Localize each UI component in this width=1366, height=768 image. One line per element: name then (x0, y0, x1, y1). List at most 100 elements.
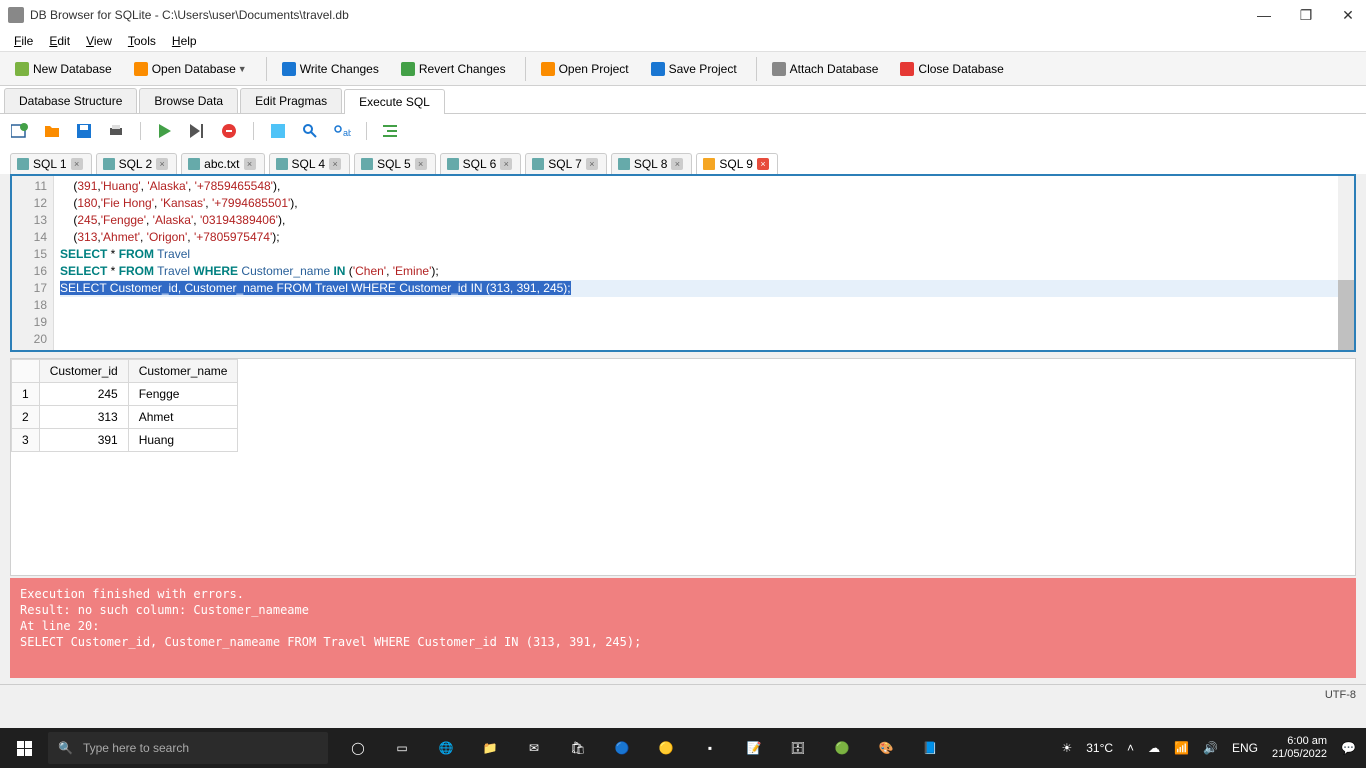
sql-tab-8[interactable]: SQL 9× (696, 153, 778, 174)
app-edge[interactable]: 🌐 (426, 728, 466, 768)
error-output: Execution finished with errors. Result: … (10, 578, 1356, 678)
sql-file-tabs: SQL 1×SQL 2×abc.txt×SQL 4×SQL 5×SQL 6×SQ… (0, 148, 1366, 174)
menu-help[interactable]: Help (164, 32, 205, 50)
app-terminal[interactable]: ▪ (690, 728, 730, 768)
tray-chevron-icon[interactable]: ˄ (1127, 741, 1134, 755)
new-tab-icon[interactable] (10, 121, 30, 141)
app-browser[interactable]: 🔵 (602, 728, 642, 768)
tab-close-icon[interactable]: × (500, 158, 512, 170)
main-toolbar: New Database Open Database▼ Write Change… (0, 52, 1366, 86)
column-header[interactable]: Customer_id (39, 360, 128, 383)
tray-language[interactable]: ENG (1232, 741, 1258, 755)
save-sql-icon[interactable] (74, 121, 94, 141)
line-gutter: 11121314151617181920 (12, 176, 54, 350)
tab-close-icon[interactable]: × (156, 158, 168, 170)
open-sql-icon[interactable] (42, 121, 62, 141)
indent-icon[interactable] (381, 121, 401, 141)
save-project-button[interactable]: Save Project (642, 57, 746, 81)
tray-volume-icon[interactable]: 🔊 (1203, 741, 1218, 755)
tab-browse-data[interactable]: Browse Data (139, 88, 238, 113)
editor-scrollbar[interactable] (1338, 176, 1354, 350)
search-icon: 🔍 (58, 741, 73, 755)
menu-file[interactable]: File (6, 32, 41, 50)
close-database-button[interactable]: Close Database (891, 57, 1012, 81)
app-chrome[interactable]: 🟡 (646, 728, 686, 768)
save-results-icon[interactable] (268, 121, 288, 141)
menu-view[interactable]: View (78, 32, 120, 50)
app-notepad[interactable]: 📝 (734, 728, 774, 768)
sql-editor[interactable]: 11121314151617181920 (391,'Huang', 'Alas… (10, 174, 1356, 352)
execute-icon[interactable] (155, 121, 175, 141)
windows-taskbar: 🔍 Type here to search ◯ ▭ 🌐 📁 ✉ 🛍 🔵 🟡 ▪ … (0, 728, 1366, 768)
code-area[interactable]: (391,'Huang', 'Alaska', '+7859465548'), … (54, 176, 1354, 350)
open-project-button[interactable]: Open Project (532, 57, 638, 81)
open-database-button[interactable]: Open Database▼ (125, 57, 256, 81)
app-taskview[interactable]: ▭ (382, 728, 422, 768)
new-database-button[interactable]: New Database (6, 57, 121, 81)
tab-close-icon[interactable]: × (586, 158, 598, 170)
write-changes-button[interactable]: Write Changes (273, 57, 388, 81)
sql-tab-2[interactable]: abc.txt× (181, 153, 264, 174)
taskbar-clock[interactable]: 6:00 am 21/05/2022 (1272, 735, 1327, 761)
find-icon[interactable] (300, 121, 320, 141)
taskbar-apps: ◯ ▭ 🌐 📁 ✉ 🛍 🔵 🟡 ▪ 📝 🗄 🟢 🎨 📘 (338, 728, 950, 768)
taskbar-search[interactable]: 🔍 Type here to search (48, 732, 328, 764)
weather-temp[interactable]: 31°C (1086, 741, 1113, 755)
sql-tab-4[interactable]: SQL 5× (354, 153, 436, 174)
sql-tab-1[interactable]: SQL 2× (96, 153, 178, 174)
tab-close-icon[interactable]: × (757, 158, 769, 170)
sql-tab-7[interactable]: SQL 8× (611, 153, 693, 174)
app-dbbrowser[interactable]: 🗄 (778, 728, 818, 768)
table-row[interactable]: 3391Huang (12, 429, 238, 452)
app-cortana[interactable]: ◯ (338, 728, 378, 768)
table-row[interactable]: 1245Fengge (12, 383, 238, 406)
close-button[interactable]: ✕ (1338, 7, 1358, 24)
menu-edit[interactable]: Edit (41, 32, 78, 50)
sql-tab-6[interactable]: SQL 7× (525, 153, 607, 174)
stop-icon[interactable] (219, 121, 239, 141)
tab-close-icon[interactable]: × (244, 158, 256, 170)
minimize-button[interactable]: — (1254, 7, 1274, 24)
maximize-button[interactable]: ❐ (1296, 7, 1316, 24)
column-header[interactable]: Customer_name (128, 360, 238, 383)
tab-database-structure[interactable]: Database Structure (4, 88, 137, 113)
find-replace-icon[interactable]: ab (332, 121, 352, 141)
results-table: Customer_idCustomer_name 1245Fengge2313A… (11, 359, 238, 452)
app-mail[interactable]: ✉ (514, 728, 554, 768)
encoding-label: UTF-8 (1325, 689, 1356, 701)
app-paint[interactable]: 🎨 (866, 728, 906, 768)
main-tabs: Database Structure Browse Data Edit Prag… (0, 86, 1366, 114)
tab-close-icon[interactable]: × (329, 158, 341, 170)
sql-tab-5[interactable]: SQL 6× (440, 153, 522, 174)
app-chrome2[interactable]: 🟢 (822, 728, 862, 768)
tab-edit-pragmas[interactable]: Edit Pragmas (240, 88, 342, 113)
sql-tab-0[interactable]: SQL 1× (10, 153, 92, 174)
table-row[interactable]: 2313Ahmet (12, 406, 238, 429)
app-icon (8, 7, 24, 23)
app-store[interactable]: 🛍 (558, 728, 598, 768)
tab-execute-sql[interactable]: Execute SQL (344, 89, 445, 114)
window-title: DB Browser for SQLite - C:\Users\user\Do… (30, 8, 1254, 22)
tab-close-icon[interactable]: × (71, 158, 83, 170)
app-explorer[interactable]: 📁 (470, 728, 510, 768)
tray-network-icon[interactable]: 📶 (1174, 741, 1189, 755)
sql-tab-3[interactable]: SQL 4× (269, 153, 351, 174)
tray-onedrive-icon[interactable]: ☁ (1148, 741, 1160, 755)
app-word[interactable]: 📘 (910, 728, 950, 768)
tab-close-icon[interactable]: × (671, 158, 683, 170)
execute-line-icon[interactable] (187, 121, 207, 141)
print-icon[interactable] (106, 121, 126, 141)
menu-tools[interactable]: Tools (120, 32, 164, 50)
system-tray: ☀ 31°C ˄ ☁ 📶 🔊 ENG 6:00 am 21/05/2022 💬 (1051, 735, 1366, 761)
dropdown-icon: ▼ (238, 64, 247, 74)
notifications-icon[interactable]: 💬 (1341, 741, 1356, 755)
tab-close-icon[interactable]: × (415, 158, 427, 170)
svg-text:ab: ab (343, 128, 351, 138)
revert-changes-button[interactable]: Revert Changes (392, 57, 515, 81)
statusbar: UTF-8 (0, 684, 1366, 704)
menubar: File Edit View Tools Help (0, 30, 1366, 52)
weather-icon[interactable]: ☀ (1061, 741, 1072, 755)
attach-database-button[interactable]: Attach Database (763, 57, 888, 81)
sql-toolbar: ab (0, 114, 1366, 148)
start-button[interactable] (0, 728, 48, 768)
